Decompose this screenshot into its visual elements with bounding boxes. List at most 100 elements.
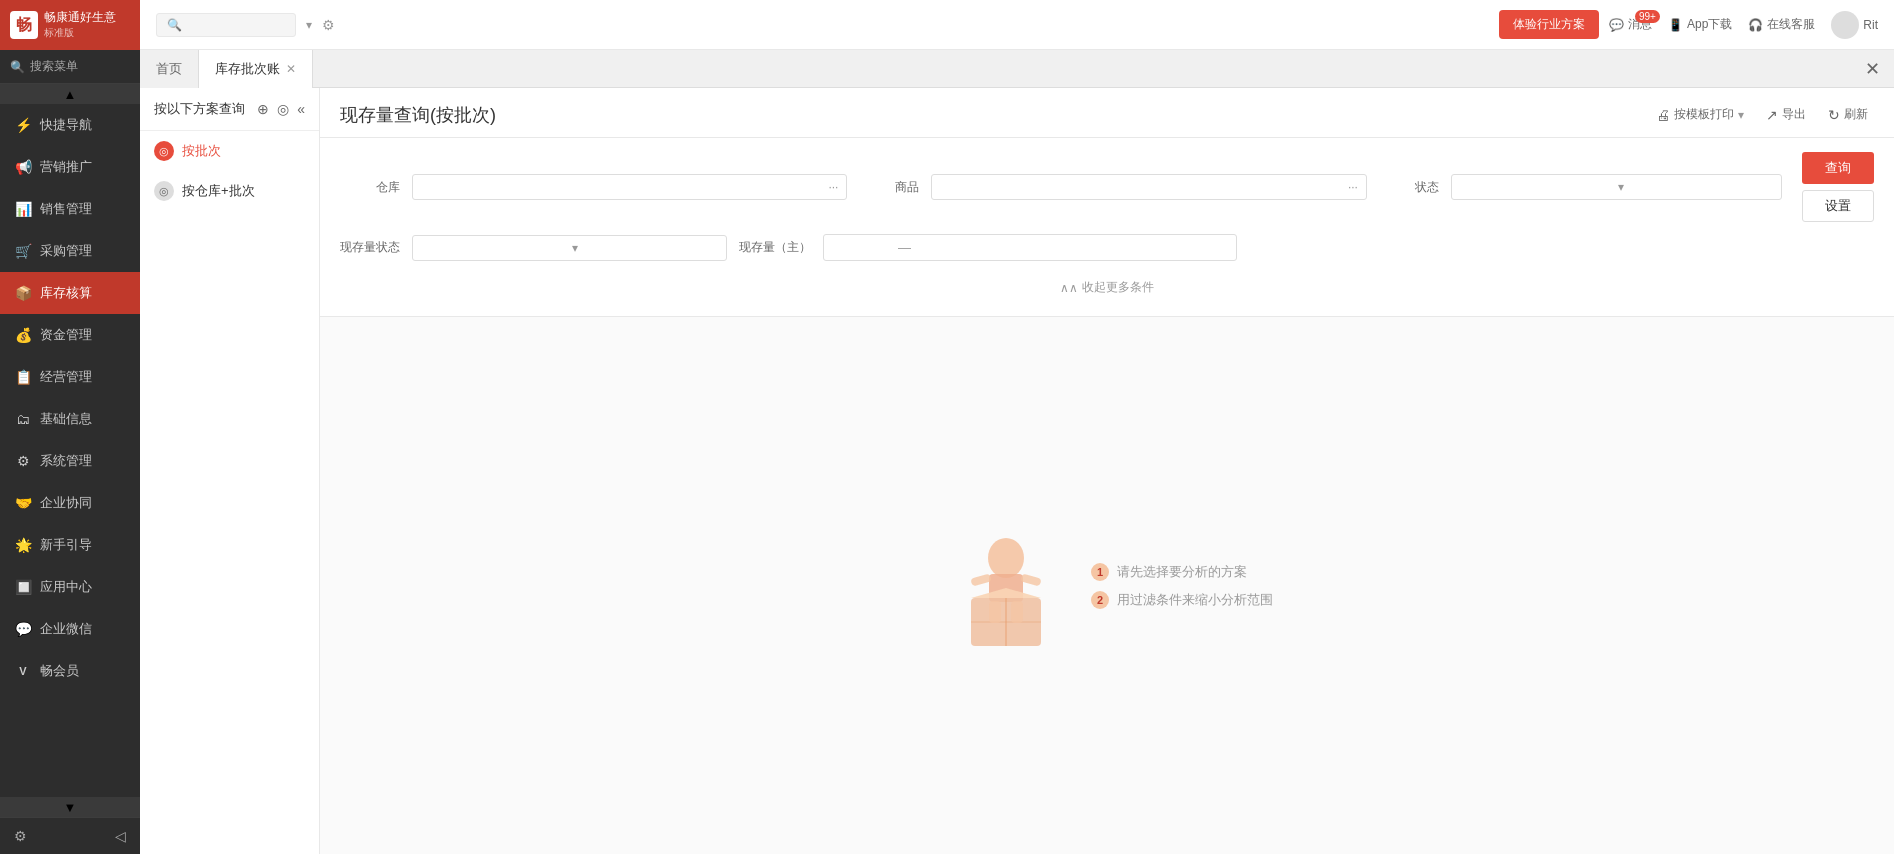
topbar-actions: 💬 消息 99+ 📱 App下载 🎧 在线客服 Rit xyxy=(1609,11,1878,39)
tab-close-main-icon[interactable]: ✕ xyxy=(1851,58,1894,80)
print-dropdown-icon[interactable]: ▾ xyxy=(1738,108,1744,122)
product-more-icon[interactable]: ··· xyxy=(1348,180,1358,194)
sidebar-item-basic[interactable]: 🗂 基础信息 xyxy=(0,398,140,440)
topbar-app-download[interactable]: 📱 App下载 xyxy=(1668,16,1732,33)
sidebar-item-inventory[interactable]: 📦 库存核算 xyxy=(0,272,140,314)
topbar-gear-icon[interactable]: ⚙ xyxy=(322,17,335,33)
newbie-icon: 🌟 xyxy=(14,536,32,554)
collapse-sidebar-icon[interactable]: ◁ xyxy=(115,828,126,844)
page-content: 按以下方案查询 ⊕ ◎ « ◎ 按批次 ◎ 按仓库+批次 现存量查询(按批次) xyxy=(140,88,1894,854)
schema-collapse-icon[interactable]: « xyxy=(297,101,305,117)
sidebar-item-label-appstore: 应用中心 xyxy=(40,578,92,596)
user-avatar xyxy=(1831,11,1859,39)
tab-home[interactable]: 首页 xyxy=(140,50,199,88)
status-select[interactable]: ▾ xyxy=(1451,174,1782,200)
sidebar-item-label-member: 畅会员 xyxy=(40,662,79,680)
sidebar-item-label-wechat: 企业微信 xyxy=(40,620,92,638)
topbar-online-service[interactable]: 🎧 在线客服 xyxy=(1748,16,1815,33)
empty-svg xyxy=(941,526,1071,656)
schema-inactive-icon: ◎ xyxy=(154,181,174,201)
sidebar-header: 畅 畅康通好生意 标准版 xyxy=(0,0,140,50)
filter-row-2: 现存量状态 ▾ 现存量（主） — xyxy=(340,234,1874,261)
svg-rect-8 xyxy=(989,601,1001,623)
shortcut-icon: ⚡ xyxy=(14,116,32,134)
sidebar-item-finance[interactable]: 💰 资金管理 xyxy=(0,314,140,356)
sidebar-item-shortcut[interactable]: ⚡ 快捷导航 xyxy=(0,104,140,146)
topbar-user[interactable]: Rit xyxy=(1831,11,1878,39)
schema-by-warehouse-batch-label: 按仓库+批次 xyxy=(182,182,255,200)
sidebar-item-enterprise[interactable]: 🤝 企业协同 xyxy=(0,482,140,524)
message-badge: 99+ xyxy=(1635,10,1660,23)
sidebar: 畅 畅康通好生意 标准版 🔍 搜索菜单 ▲ ⚡ 快捷导航 📢 营销推广 📊 销售… xyxy=(0,0,140,854)
sidebar-search[interactable]: 🔍 搜索菜单 xyxy=(0,50,140,84)
experience-btn[interactable]: 体验行业方案 xyxy=(1499,10,1599,39)
product-label: 商品 xyxy=(859,179,919,196)
query-btn[interactable]: 查询 xyxy=(1802,152,1874,184)
sidebar-item-purchase[interactable]: 🛒 采购管理 xyxy=(0,230,140,272)
sidebar-item-marketing[interactable]: 📢 营销推广 xyxy=(0,146,140,188)
left-panel: 按以下方案查询 ⊕ ◎ « ◎ 按批次 ◎ 按仓库+批次 xyxy=(140,88,320,854)
topbar-search-icon: 🔍 xyxy=(167,18,182,32)
topbar-search-input[interactable] xyxy=(188,18,288,32)
topbar-dropdown-icon[interactable]: ▾ xyxy=(306,18,312,32)
product-input-wrap[interactable]: ··· xyxy=(931,174,1366,200)
warehouse-more-icon[interactable]: ··· xyxy=(828,180,838,194)
export-icon: ↗ xyxy=(1766,107,1778,123)
service-label: 在线客服 xyxy=(1767,16,1815,33)
sidebar-item-wechat[interactable]: 💬 企业微信 xyxy=(0,608,140,650)
sidebar-item-operation[interactable]: 📋 经营管理 xyxy=(0,356,140,398)
product-input[interactable] xyxy=(940,180,1343,194)
warehouse-input[interactable] xyxy=(421,180,824,194)
sidebar-scroll-up[interactable]: ▲ xyxy=(0,84,140,104)
sidebar-item-system[interactable]: ⚙ 系统管理 xyxy=(0,440,140,482)
sidebar-item-label-inventory: 库存核算 xyxy=(40,284,92,302)
sidebar-item-label-newbie: 新手引导 xyxy=(40,536,92,554)
app-download-label: App下载 xyxy=(1687,16,1732,33)
topbar-search-box[interactable]: 🔍 xyxy=(156,13,296,37)
tab-close-icon[interactable]: ✕ xyxy=(286,62,296,76)
tabbar-right: ✕ xyxy=(1851,58,1894,80)
sales-icon: 📊 xyxy=(14,200,32,218)
settings-footer-icon[interactable]: ⚙ xyxy=(14,828,27,844)
schema-by-warehouse-batch[interactable]: ◎ 按仓库+批次 xyxy=(140,171,319,211)
stock-qty-label: 现存量（主） xyxy=(739,239,811,256)
operation-icon: 📋 xyxy=(14,368,32,386)
service-icon: 🎧 xyxy=(1748,18,1763,32)
add-schema-icon[interactable]: ⊕ xyxy=(257,101,269,117)
stock-qty-range[interactable]: — xyxy=(823,234,1237,261)
status-label: 状态 xyxy=(1379,179,1439,196)
warehouse-input-wrap[interactable]: ··· xyxy=(412,174,847,200)
wechat-icon: 💬 xyxy=(14,620,32,638)
sidebar-item-label-shortcut: 快捷导航 xyxy=(40,116,92,134)
sidebar-item-label-system: 系统管理 xyxy=(40,452,92,470)
schema-settings-icon[interactable]: ◎ xyxy=(277,101,289,117)
topbar-message[interactable]: 💬 消息 99+ xyxy=(1609,16,1652,33)
stock-qty-max-input[interactable] xyxy=(917,241,977,255)
app-download-icon: 📱 xyxy=(1668,18,1683,32)
enterprise-icon: 🤝 xyxy=(14,494,32,512)
refresh-icon: ↻ xyxy=(1828,107,1840,123)
refresh-btn[interactable]: ↻ 刷新 xyxy=(1822,102,1874,127)
page-title-actions: 🖨 按模板打印 ▾ ↗ 导出 ↻ 刷新 xyxy=(1650,102,1874,127)
schema-by-batch[interactable]: ◎ 按批次 xyxy=(140,131,319,171)
sidebar-item-newbie[interactable]: 🌟 新手引导 xyxy=(0,524,140,566)
stock-status-select[interactable]: ▾ xyxy=(412,235,727,261)
empty-illustration xyxy=(941,526,1061,646)
sidebar-item-label-basic: 基础信息 xyxy=(40,410,92,428)
sidebar-search-label: 搜索菜单 xyxy=(30,58,78,75)
sidebar-item-label-marketing: 营销推广 xyxy=(40,158,92,176)
sidebar-item-sales[interactable]: 📊 销售管理 xyxy=(0,188,140,230)
export-btn[interactable]: ↗ 导出 xyxy=(1760,102,1812,127)
collapse-row[interactable]: ∧∧ 收起更多条件 xyxy=(340,273,1874,302)
sidebar-item-member[interactable]: V 畅会员 xyxy=(0,650,140,692)
inventory-icon: 📦 xyxy=(14,284,32,302)
print-btn[interactable]: 🖨 按模板打印 ▾ xyxy=(1650,102,1750,127)
left-panel-header: 按以下方案查询 ⊕ ◎ « xyxy=(140,88,319,131)
settings-btn[interactable]: 设置 xyxy=(1802,190,1874,222)
print-label: 按模板打印 xyxy=(1674,106,1734,123)
stock-qty-min-input[interactable] xyxy=(832,241,892,255)
sidebar-item-appstore[interactable]: 🔲 应用中心 xyxy=(0,566,140,608)
tab-inventory-batch[interactable]: 库存批次账 ✕ xyxy=(199,50,313,88)
page-title-bar: 现存量查询(按批次) 🖨 按模板打印 ▾ ↗ 导出 ↻ 刷新 xyxy=(320,88,1894,138)
sidebar-scroll-down[interactable]: ▼ xyxy=(0,797,140,817)
